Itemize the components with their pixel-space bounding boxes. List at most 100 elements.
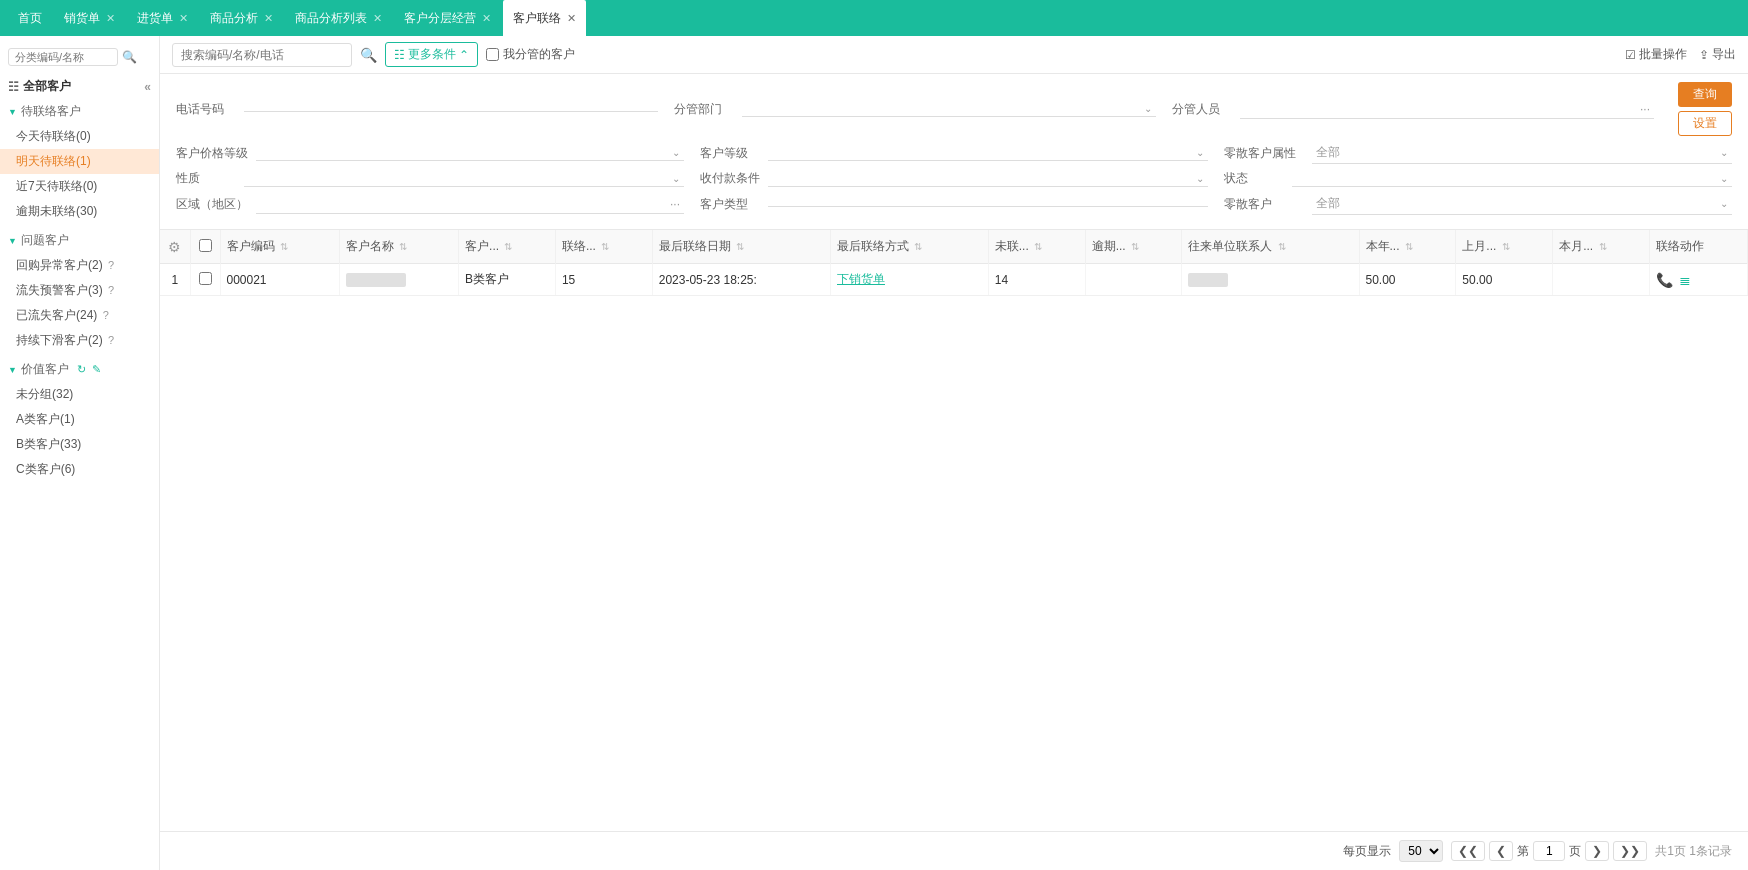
sort-icon-name[interactable]: ⇅ — [399, 241, 407, 252]
nature-input[interactable]: ⌄ — [244, 171, 684, 187]
table-settings-gear[interactable]: ⚙ — [168, 239, 181, 255]
total-records: 共1页 1条记录 — [1655, 843, 1732, 860]
all-customers-header[interactable]: ☷ 全部客户 « — [0, 74, 159, 99]
customer-level-input[interactable]: ⌄ — [768, 145, 1208, 161]
nav-goods-analysis-list-label: 商品分析列表 — [295, 10, 367, 27]
my-customers-checkbox[interactable] — [486, 48, 499, 61]
sidebar-item-ungrouped[interactable]: 未分组(32) — [0, 382, 159, 407]
row-last-method[interactable]: 下销货单 — [837, 272, 885, 286]
sidebar-item-repurchase-abnormal[interactable]: 回购异常客户(2) ? — [0, 253, 159, 278]
nav-home[interactable]: 首页 — [8, 0, 52, 36]
sort-icon-last-method[interactable]: ⇅ — [914, 241, 922, 252]
retail-attr-input[interactable]: 全部 ⌄ — [1312, 142, 1732, 164]
ungrouped-label: 未分组(32) — [16, 387, 73, 401]
last-page-btn[interactable]: ❯❯ — [1613, 841, 1647, 861]
prev-page-btn[interactable]: ❮ — [1489, 841, 1513, 861]
collapse-icon[interactable]: « — [144, 80, 151, 94]
filter-search-btn[interactable]: 🔍 — [360, 47, 377, 63]
pending-contact-group-title[interactable]: ▼ 待联络客户 — [0, 99, 159, 124]
select-all-checkbox[interactable] — [199, 239, 212, 252]
nav-goods-analysis-close[interactable]: ✕ — [264, 12, 273, 25]
action-more-icon[interactable]: ≣ — [1679, 272, 1691, 288]
nav-customer-layer-close[interactable]: ✕ — [482, 12, 491, 25]
filter-row-1: 电话号码 分管部门 ⌄ 分管人员 ··· — [176, 82, 1732, 136]
page-input[interactable] — [1533, 841, 1565, 861]
next-page-btn[interactable]: ❯ — [1585, 841, 1609, 861]
class-b-label: B类客户(33) — [16, 437, 81, 451]
refresh-icon[interactable]: ↻ — [77, 363, 86, 376]
sort-icon-uncontacted[interactable]: ⇅ — [1034, 241, 1042, 252]
sidebar-item-today-pending[interactable]: 今天待联络(0) — [0, 124, 159, 149]
filter-region: 区域（地区） ··· — [176, 195, 684, 214]
nav-customer-layer[interactable]: 客户分层经营 ✕ — [394, 0, 501, 36]
retail-customer-input[interactable]: 全部 ⌄ — [1312, 193, 1732, 215]
sort-icon-this-month[interactable]: ⇅ — [1599, 241, 1607, 252]
sort-icon-overdue[interactable]: ⇅ — [1131, 241, 1139, 252]
phone-input[interactable] — [244, 107, 658, 112]
sidebar-item-declining[interactable]: 持续下滑客户(2) ? — [0, 328, 159, 353]
sort-icon-person[interactable]: ⇅ — [1278, 241, 1286, 252]
customer-type-input[interactable] — [768, 202, 1208, 207]
nav-goods-analysis-list-close[interactable]: ✕ — [373, 12, 382, 25]
nav-goods-analysis[interactable]: 商品分析 ✕ — [200, 0, 283, 36]
person-input[interactable]: ··· — [1240, 100, 1654, 119]
nav-customer-contact[interactable]: 客户联络 ✕ — [503, 0, 586, 36]
sidebar-search-icon[interactable]: 🔍 — [122, 50, 137, 64]
problem-customers-group-title[interactable]: ▼ 问题客户 — [0, 228, 159, 253]
nav-purchase-close[interactable]: ✕ — [179, 12, 188, 25]
sort-icon-type[interactable]: ⇅ — [504, 241, 512, 252]
filter-retail-customer: 零散客户 全部 ⌄ — [1224, 193, 1732, 215]
sort-icon-code[interactable]: ⇅ — [280, 241, 288, 252]
td-last-date: 2023-05-23 18:25: — [652, 264, 830, 296]
sidebar-item-churn-warning[interactable]: 流失预警客户(3) ? — [0, 278, 159, 303]
sidebar-item-class-a[interactable]: A类客户(1) — [0, 407, 159, 432]
chevron-up-icon: ⌃ — [459, 48, 469, 62]
nav-goods-analysis-list[interactable]: 商品分析列表 ✕ — [285, 0, 392, 36]
sidebar-search-input[interactable] — [8, 48, 118, 66]
sidebar-item-overdue[interactable]: 逾期未联络(30) — [0, 199, 159, 224]
nav-purchase[interactable]: 进货单 ✕ — [127, 0, 198, 36]
triangle-icon-2: ▼ — [8, 236, 17, 246]
row-uncontacted: 14 — [995, 273, 1008, 287]
value-customers-group: ▼ 价值客户 ↻ ✎ 未分组(32) A类客户(1) B类客户(33) C类客户… — [0, 357, 159, 482]
page-size-select[interactable]: 50 — [1399, 840, 1443, 862]
sidebar-item-tomorrow-pending[interactable]: 明天待联络(1) — [0, 149, 159, 174]
sidebar-item-class-c[interactable]: C类客户(6) — [0, 457, 159, 482]
settings-btn[interactable]: 设置 — [1678, 111, 1732, 136]
sort-icon-last-month[interactable]: ⇅ — [1502, 241, 1510, 252]
nav-sales-label: 销货单 — [64, 10, 100, 27]
th-customer-type-label: 客户... — [465, 239, 499, 253]
right-actions: ☑ 批量操作 ⇪ 导出 — [1625, 46, 1736, 63]
export-btn[interactable]: ⇪ 导出 — [1699, 46, 1736, 63]
nav-sales-close[interactable]: ✕ — [106, 12, 115, 25]
sort-icon-contact[interactable]: ⇅ — [601, 241, 609, 252]
nav-sales[interactable]: 销货单 ✕ — [54, 0, 125, 36]
sidebar-item-class-b[interactable]: B类客户(33) — [0, 432, 159, 457]
payment-input[interactable]: ⌄ — [768, 171, 1208, 187]
sidebar-item-churned[interactable]: 已流失客户(24) ? — [0, 303, 159, 328]
dept-input[interactable]: ⌄ — [742, 101, 1156, 117]
action-contact-icon[interactable]: 📞 — [1656, 272, 1673, 288]
value-customers-group-title[interactable]: ▼ 价值客户 ↻ ✎ — [0, 357, 159, 382]
sidebar-item-week-pending[interactable]: 近7天待联络(0) — [0, 174, 159, 199]
customer-value-caret: ⌄ — [672, 147, 680, 158]
status-input[interactable]: ⌄ — [1292, 171, 1732, 187]
sort-icon-this-year[interactable]: ⇅ — [1405, 241, 1413, 252]
row-checkbox[interactable] — [199, 272, 212, 285]
edit-icon[interactable]: ✎ — [92, 363, 101, 376]
problem-customers-group: ▼ 问题客户 回购异常客户(2) ? 流失预警客户(3) ? 已流失客户(24)… — [0, 228, 159, 353]
more-filters-btn[interactable]: ☷ 更多条件 ⌃ — [385, 42, 478, 67]
bulk-action-btn[interactable]: ☑ 批量操作 — [1625, 46, 1687, 63]
help-icon-4: ? — [108, 334, 114, 346]
th-name: 客户名称 ⇅ — [339, 230, 458, 264]
query-btn[interactable]: 查询 — [1678, 82, 1732, 107]
nav-customer-contact-close[interactable]: ✕ — [567, 12, 576, 25]
filter-row-2: 客户价格等级 ⌄ 客户等级 ⌄ 零散客户属性 全部 — [176, 142, 1732, 164]
region-input[interactable]: ··· — [256, 195, 684, 214]
filter-search-input[interactable] — [172, 43, 352, 67]
th-contact-count: 联络... ⇅ — [555, 230, 652, 264]
sort-icon-last-date[interactable]: ⇅ — [736, 241, 744, 252]
my-customers-checkbox-area[interactable]: 我分管的客户 — [486, 46, 575, 63]
customer-value-input[interactable]: ⌄ — [256, 145, 684, 161]
first-page-btn[interactable]: ❮❮ — [1451, 841, 1485, 861]
